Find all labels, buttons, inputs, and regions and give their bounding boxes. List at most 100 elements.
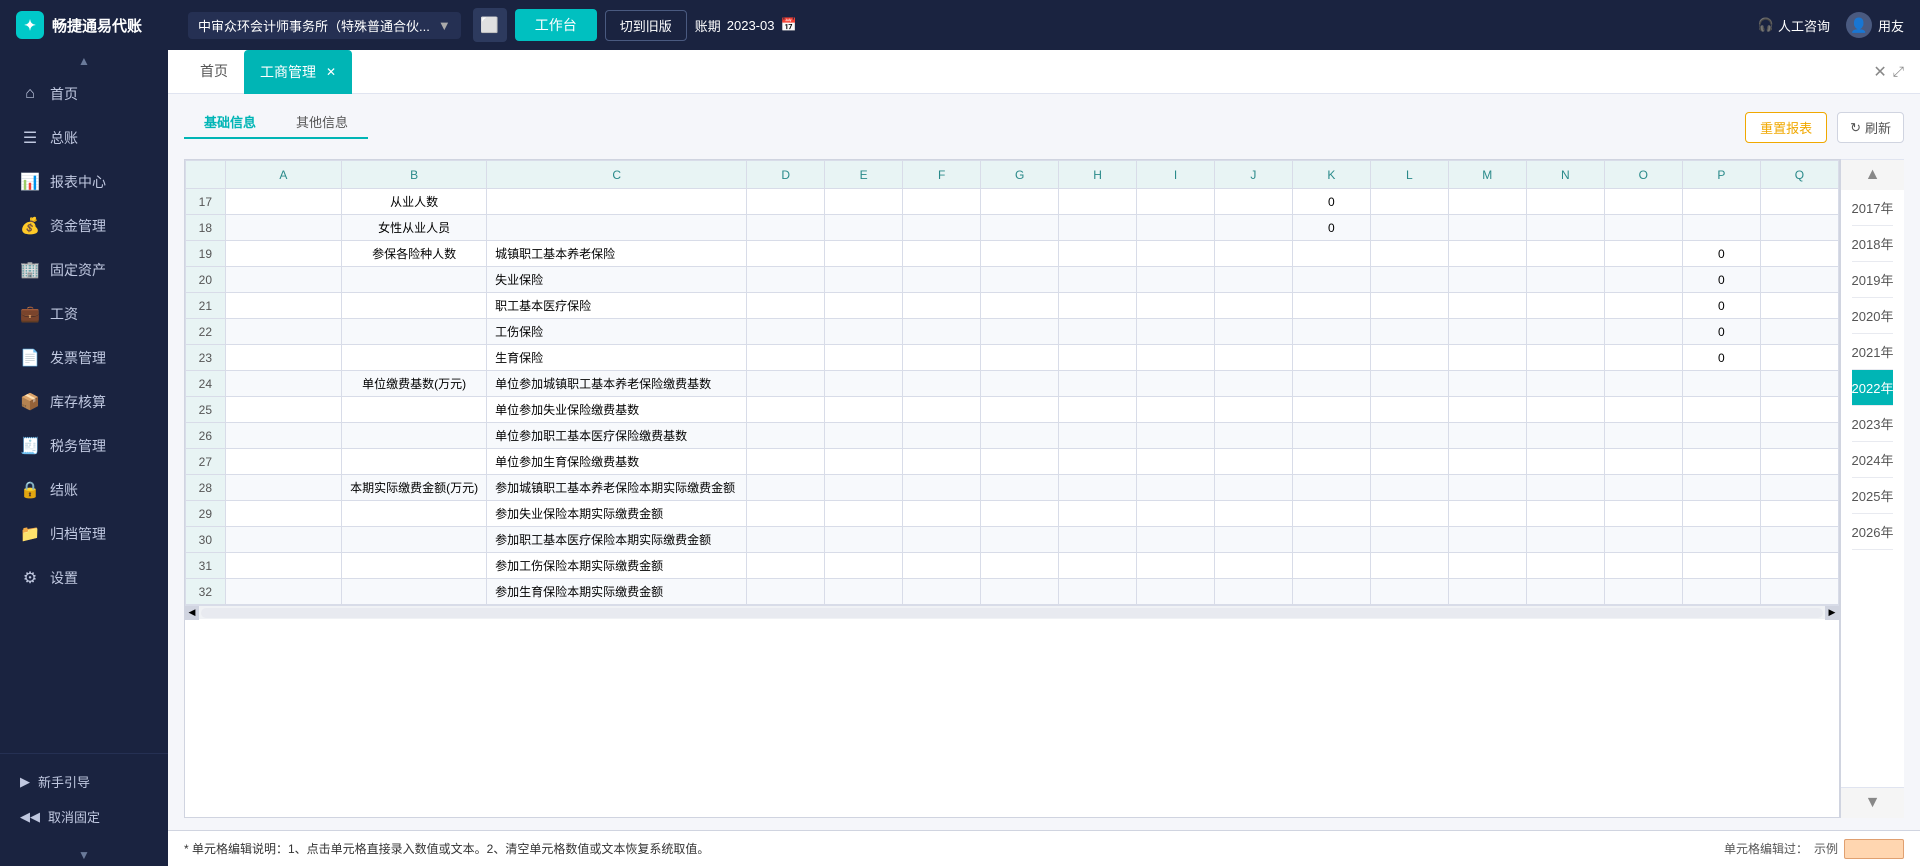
cell-l[interactable]	[1370, 241, 1448, 267]
cell-c[interactable]: 参加失业保险本期实际缴费金额	[487, 501, 747, 527]
cell-n[interactable]	[1526, 397, 1604, 423]
cell-l[interactable]	[1370, 501, 1448, 527]
sidebar-item-capital[interactable]: 💰 资金管理	[0, 204, 168, 248]
cell-l[interactable]	[1370, 345, 1448, 371]
cell-c[interactable]: 失业保险	[487, 267, 747, 293]
cell-j[interactable]	[1214, 345, 1292, 371]
cell-p[interactable]	[1682, 423, 1760, 449]
sub-tab-basic[interactable]: 基础信息	[184, 106, 276, 139]
cell-p[interactable]: 0	[1682, 319, 1760, 345]
cell-h[interactable]	[1059, 267, 1137, 293]
cell-a[interactable]	[225, 501, 342, 527]
cell-b[interactable]	[342, 527, 487, 553]
cell-p[interactable]	[1682, 397, 1760, 423]
cell-n[interactable]	[1526, 319, 1604, 345]
year-scroll-down-button[interactable]: ▼	[1841, 787, 1904, 818]
cell-l[interactable]	[1370, 267, 1448, 293]
cell-m[interactable]	[1448, 423, 1526, 449]
cell-o[interactable]	[1604, 215, 1682, 241]
table-row[interactable]: 31参加工伤保险本期实际缴费金额	[186, 553, 1839, 579]
spreadsheet-wrapper[interactable]: A B C D E F G H I J K L	[184, 159, 1840, 818]
cell-m[interactable]	[1448, 241, 1526, 267]
cell-c[interactable]: 参加工伤保险本期实际缴费金额	[487, 553, 747, 579]
scroll-track[interactable]	[201, 608, 1823, 618]
cell-e[interactable]	[825, 527, 903, 553]
cell-b[interactable]: 单位缴费基数(万元)	[342, 371, 487, 397]
cell-g[interactable]	[981, 397, 1059, 423]
sidebar-scroll-up[interactable]: ▲	[0, 50, 168, 72]
scroll-left-button[interactable]: ◀	[185, 606, 199, 620]
cell-n[interactable]	[1526, 423, 1604, 449]
sidebar-item-archive[interactable]: 📁 归档管理	[0, 512, 168, 556]
cell-f[interactable]	[903, 553, 981, 579]
cell-e[interactable]	[825, 267, 903, 293]
cell-h[interactable]	[1059, 189, 1137, 215]
horizontal-scrollbar[interactable]: ◀ ▶	[185, 605, 1839, 619]
table-row[interactable]: 32参加生育保险本期实际缴费金额	[186, 579, 1839, 605]
copy-icon-button[interactable]: ⬜	[473, 8, 507, 42]
cell-j[interactable]	[1214, 371, 1292, 397]
cell-a[interactable]	[225, 319, 342, 345]
cell-d[interactable]	[747, 475, 825, 501]
cell-p[interactable]: 0	[1682, 267, 1760, 293]
cell-q[interactable]	[1760, 345, 1838, 371]
cell-p[interactable]: 0	[1682, 345, 1760, 371]
cell-e[interactable]	[825, 553, 903, 579]
table-row[interactable]: 24单位缴费基数(万元)单位参加城镇职工基本养老保险缴费基数	[186, 371, 1839, 397]
year-item[interactable]: 2018年	[1852, 226, 1894, 262]
cell-f[interactable]	[903, 189, 981, 215]
cell-b[interactable]: 本期实际缴费金额(万元)	[342, 475, 487, 501]
cell-k[interactable]	[1292, 475, 1370, 501]
cell-n[interactable]	[1526, 553, 1604, 579]
cell-o[interactable]	[1604, 241, 1682, 267]
table-row[interactable]: 19参保各险种人数城镇职工基本养老保险0	[186, 241, 1839, 267]
cell-q[interactable]	[1760, 189, 1838, 215]
cell-p[interactable]	[1682, 189, 1760, 215]
cell-i[interactable]	[1137, 397, 1215, 423]
cell-d[interactable]	[747, 579, 825, 605]
cell-g[interactable]	[981, 371, 1059, 397]
sidebar-item-tax[interactable]: 🧾 税务管理	[0, 424, 168, 468]
cell-j[interactable]	[1214, 241, 1292, 267]
cell-k[interactable]: 0	[1292, 189, 1370, 215]
cell-k[interactable]	[1292, 397, 1370, 423]
year-item[interactable]: 2017年	[1852, 190, 1894, 226]
table-row[interactable]: 30参加职工基本医疗保险本期实际缴费金额	[186, 527, 1839, 553]
cell-p[interactable]	[1682, 449, 1760, 475]
tab-close-window-icon[interactable]: ✕	[1873, 62, 1886, 82]
cell-i[interactable]	[1137, 241, 1215, 267]
cell-n[interactable]	[1526, 371, 1604, 397]
cell-k[interactable]	[1292, 267, 1370, 293]
cell-d[interactable]	[747, 189, 825, 215]
cell-g[interactable]	[981, 579, 1059, 605]
cell-b[interactable]	[342, 501, 487, 527]
cell-h[interactable]	[1059, 423, 1137, 449]
table-row[interactable]: 18女性从业人员0	[186, 215, 1839, 241]
cell-i[interactable]	[1137, 579, 1215, 605]
cell-i[interactable]	[1137, 371, 1215, 397]
cell-n[interactable]	[1526, 475, 1604, 501]
tab-business[interactable]: 工商管理 ✕	[244, 50, 352, 94]
cell-e[interactable]	[825, 397, 903, 423]
cell-b[interactable]	[342, 319, 487, 345]
cell-h[interactable]	[1059, 293, 1137, 319]
cell-p[interactable]	[1682, 579, 1760, 605]
cell-d[interactable]	[747, 553, 825, 579]
cell-e[interactable]	[825, 345, 903, 371]
cell-o[interactable]	[1604, 449, 1682, 475]
cell-j[interactable]	[1214, 397, 1292, 423]
reset-report-button[interactable]: 重置报表	[1745, 112, 1827, 143]
sidebar-item-salary[interactable]: 💼 工资	[0, 292, 168, 336]
tab-home[interactable]: 首页	[184, 50, 244, 94]
cell-c[interactable]: 单位参加生育保险缴费基数	[487, 449, 747, 475]
table-row[interactable]: 22工伤保险0	[186, 319, 1839, 345]
cell-m[interactable]	[1448, 475, 1526, 501]
cell-q[interactable]	[1760, 449, 1838, 475]
year-item[interactable]: 2026年	[1852, 514, 1894, 550]
unpin-button[interactable]: ◀◀ 取消固定	[0, 799, 168, 834]
cell-d[interactable]	[747, 215, 825, 241]
cell-c[interactable]	[487, 215, 747, 241]
cell-k[interactable]	[1292, 293, 1370, 319]
cell-a[interactable]	[225, 449, 342, 475]
cell-l[interactable]	[1370, 215, 1448, 241]
